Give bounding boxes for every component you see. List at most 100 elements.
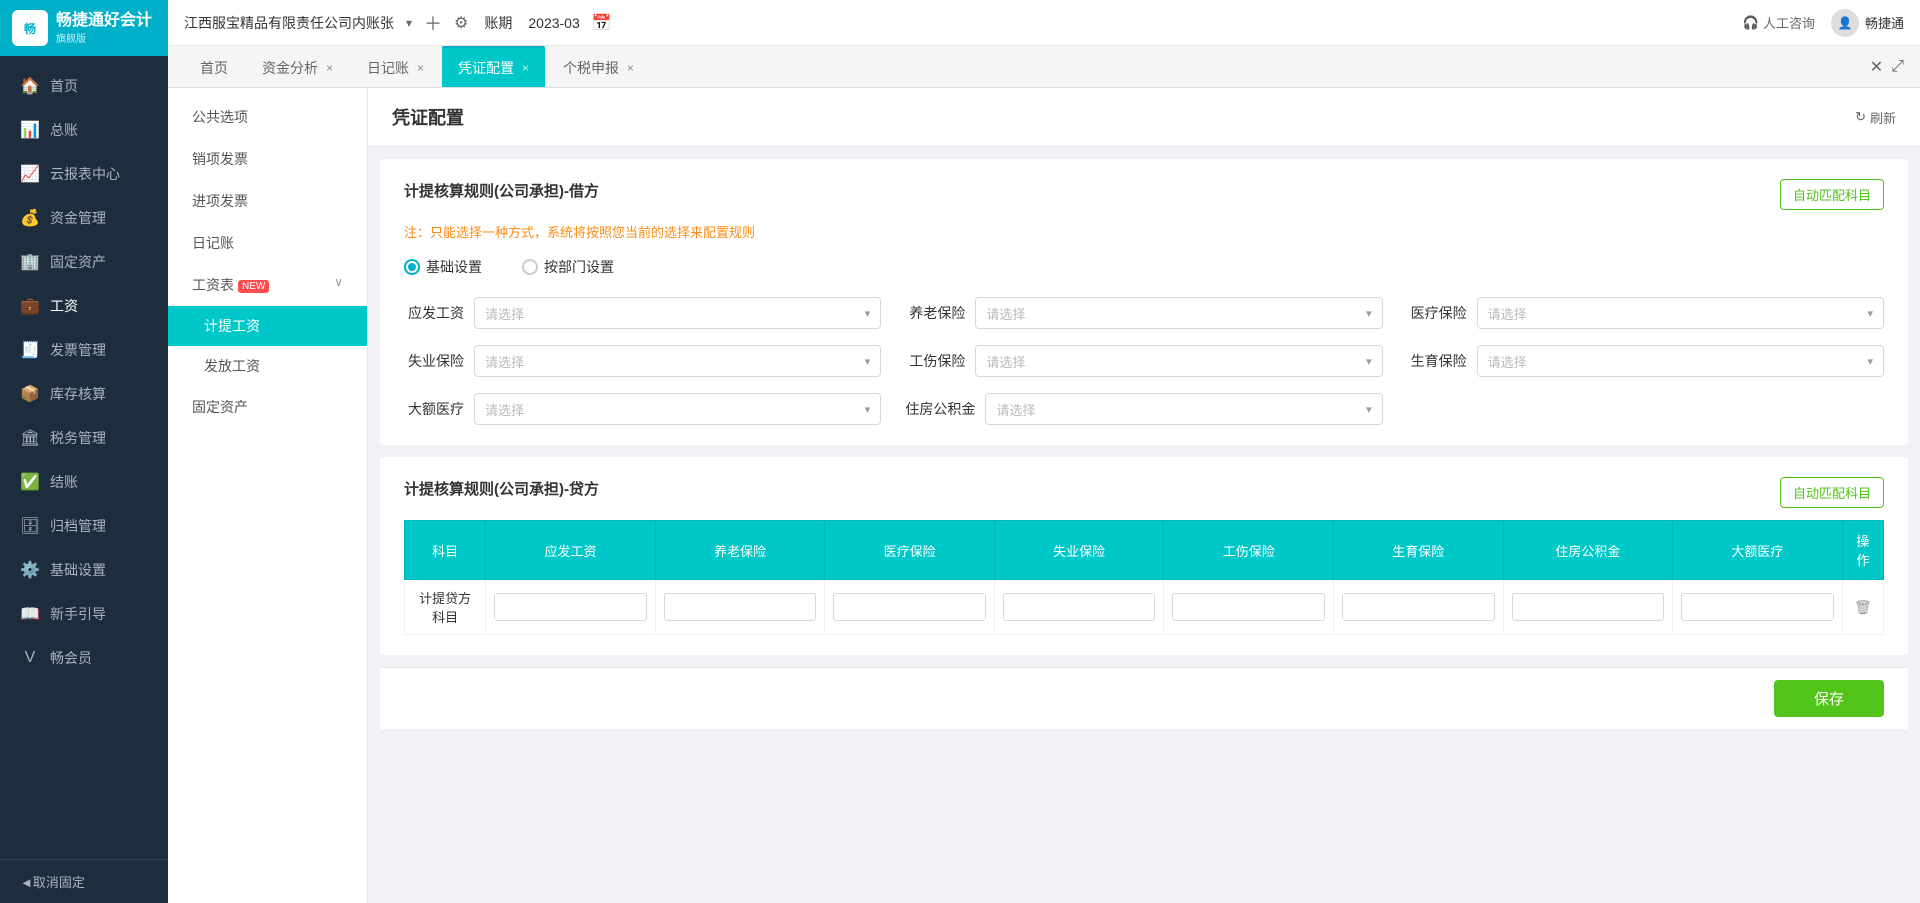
col-工伤保险: 工伤保险 — [1164, 521, 1334, 580]
select-placeholder: 请选择 — [485, 400, 524, 419]
tab-日记账[interactable]: 日记账× — [351, 46, 440, 87]
tab-个税申报[interactable]: 个税申报× — [547, 46, 650, 87]
tab-首页[interactable]: 首页 — [184, 46, 244, 87]
field-select-应发工资[interactable]: 请选择 ▾ — [474, 297, 881, 329]
sidebar-item-库存核算[interactable]: 📦库存核算 — [0, 372, 168, 416]
tab-close-icon[interactable]: × — [326, 61, 333, 75]
credit-cell-0 — [486, 580, 656, 635]
sidebar-item-结账[interactable]: ✅结账 — [0, 460, 168, 504]
content-area: 公共选项销项发票进项发票日记账工资表NEW∨计提工资发放工资固定资产 凭证配置 … — [168, 88, 1920, 903]
menu-item-发放工资[interactable]: 发放工资 — [168, 346, 367, 386]
radio-basic-settings[interactable]: 基础设置 — [404, 257, 482, 277]
tab-资金分析[interactable]: 资金分析 × — [246, 46, 349, 87]
logo-sub: 旗舰版 — [56, 30, 152, 45]
user-menu[interactable]: 👤 畅捷通 — [1831, 9, 1904, 37]
col-养老保险: 养老保险 — [655, 521, 825, 580]
nav-label: 云报表中心 — [50, 164, 120, 184]
credit-input-0[interactable] — [494, 593, 647, 621]
field-select-医疗保险[interactable]: 请选择 ▾ — [1477, 297, 1884, 329]
auto-match-credit-button[interactable]: 自动匹配科目 — [1780, 477, 1884, 508]
sidebar-item-畅会员[interactable]: V畅会员 — [0, 636, 168, 680]
radio-dept-settings[interactable]: 按部门设置 — [522, 257, 614, 277]
tab-label: 首页 — [200, 58, 228, 78]
field-select-大额医疗[interactable]: 请选择 ▾ — [474, 393, 881, 425]
nav-label: 总账 — [50, 120, 78, 140]
page-title: 凭证配置 — [392, 104, 464, 130]
sidebar-nav: 🏠首页📊总账📈云报表中心💰资金管理🏢固定资产💼工资🧾发票管理📦库存核算🏛税务管理… — [0, 56, 168, 859]
field-select-养老保险[interactable]: 请选择 ▾ — [975, 297, 1382, 329]
app-logo: 畅 畅捷通好会计 旗舰版 — [0, 0, 168, 56]
field-select-工伤保险[interactable]: 请选择 ▾ — [975, 345, 1382, 377]
tab-close-icon[interactable]: × — [417, 61, 424, 75]
nav-label: 税务管理 — [50, 428, 106, 448]
borrow-field-工伤保险: 工伤保险 请选择 ▾ — [905, 345, 1382, 377]
nav-label: 结账 — [50, 472, 78, 492]
credit-table: 科目应发工资养老保险医疗保险失业保险工伤保险生育保险住房公积金大额医疗操作 计提… — [404, 520, 1884, 635]
sidebar-item-发票管理[interactable]: 🧾发票管理 — [0, 328, 168, 372]
field-select-生育保险[interactable]: 请选择 ▾ — [1477, 345, 1884, 377]
col-医疗保险: 医疗保险 — [825, 521, 995, 580]
credit-input-6[interactable] — [1512, 593, 1665, 621]
cancel-fixed-button[interactable]: ◄取消固定 — [0, 859, 168, 903]
page-content: 凭证配置 ↻ 刷新 计提核算规则(公司承担)-借方 自动匹配科目 注：只能选择一… — [368, 88, 1920, 903]
sidebar-item-工资[interactable]: 💼工资 — [0, 284, 168, 328]
refresh-icon: ↻ — [1855, 109, 1866, 125]
menu-item-计提工资[interactable]: 计提工资 — [168, 306, 367, 346]
sidebar-item-归档管理[interactable]: 🗄归档管理 — [0, 504, 168, 548]
auto-match-borrow-button[interactable]: 自动匹配科目 — [1780, 179, 1884, 210]
credit-cell-4 — [1164, 580, 1334, 635]
service-button[interactable]: 🎧 人工咨询 — [1743, 13, 1815, 32]
select-arrow-icon: ▾ — [1366, 355, 1372, 368]
credit-input-1[interactable] — [664, 593, 817, 621]
field-label: 大额医疗 — [404, 399, 464, 419]
calendar-icon[interactable]: 📅 — [592, 13, 612, 33]
sidebar-item-总账[interactable]: 📊总账 — [0, 108, 168, 152]
sidebar-item-资金管理[interactable]: 💰资金管理 — [0, 196, 168, 240]
select-placeholder: 请选择 — [986, 352, 1025, 371]
credit-input-4[interactable] — [1172, 593, 1325, 621]
credit-input-3[interactable] — [1003, 593, 1156, 621]
sidebar-item-新手引导[interactable]: 📖新手引导 — [0, 592, 168, 636]
tab-close-icon[interactable]: × — [627, 61, 634, 75]
nav-icon: 📦 — [20, 384, 40, 404]
borrow-note: 注：只能选择一种方式，系统将按照您当前的选择来配置规则 — [404, 222, 1884, 241]
field-select-失业保险[interactable]: 请选择 ▾ — [474, 345, 881, 377]
credit-input-2[interactable] — [833, 593, 986, 621]
sidebar-item-基础设置[interactable]: ⚙️基础设置 — [0, 548, 168, 592]
add-tab-button[interactable]: ＋ — [424, 10, 442, 36]
expand-window-icon[interactable]: ⤢ — [1891, 58, 1904, 76]
menu-item-工资表[interactable]: 工资表NEW∨ — [168, 264, 367, 306]
settings-icon[interactable]: ⚙ — [454, 13, 468, 33]
company-dropdown-icon[interactable]: ▾ — [406, 16, 412, 30]
field-label: 养老保险 — [905, 303, 965, 323]
expand-icon: ∨ — [334, 275, 343, 289]
menu-item-销项发票[interactable]: 销项发票 — [168, 138, 367, 180]
sidebar-item-云报表中心[interactable]: 📈云报表中心 — [0, 152, 168, 196]
menu-item-日记账[interactable]: 日记账 — [168, 222, 367, 264]
topbar-right: 🎧 人工咨询 👤 畅捷通 — [1743, 9, 1904, 37]
select-arrow-icon: ▾ — [865, 355, 871, 368]
save-button[interactable]: 保存 — [1774, 680, 1884, 717]
nav-label: 固定资产 — [50, 252, 106, 272]
menu-item-进项发票[interactable]: 进项发票 — [168, 180, 367, 222]
tab-凭证配置[interactable]: 凭证配置× — [442, 46, 545, 87]
close-window-icon[interactable]: ✕ — [1870, 57, 1883, 77]
field-select-住房公积金[interactable]: 请选择 ▾ — [985, 393, 1382, 425]
sidebar-item-固定资产[interactable]: 🏢固定资产 — [0, 240, 168, 284]
menu-item-固定资产[interactable]: 固定资产 — [168, 386, 367, 428]
select-placeholder: 请选择 — [485, 304, 524, 323]
menu-item-公共选项[interactable]: 公共选项 — [168, 96, 367, 138]
tab-label: 资金分析 — [262, 58, 318, 78]
credit-title: 计提核算规则(公司承担)-贷方 — [404, 478, 599, 499]
delete-row-icon[interactable]: 🗑 — [1854, 599, 1872, 615]
refresh-button[interactable]: ↻ 刷新 — [1855, 108, 1896, 127]
nav-icon: ⚙️ — [20, 560, 40, 580]
tab-close-icon[interactable]: × — [522, 61, 529, 75]
borrow-field-生育保险: 生育保险 请选择 ▾ — [1407, 345, 1884, 377]
credit-input-7[interactable] — [1681, 593, 1834, 621]
sidebar-item-税务管理[interactable]: 🏛税务管理 — [0, 416, 168, 460]
headset-icon: 🎧 — [1743, 15, 1759, 31]
borrow-field-失业保险: 失业保险 请选择 ▾ — [404, 345, 881, 377]
credit-input-5[interactable] — [1342, 593, 1495, 621]
sidebar-item-首页[interactable]: 🏠首页 — [0, 64, 168, 108]
